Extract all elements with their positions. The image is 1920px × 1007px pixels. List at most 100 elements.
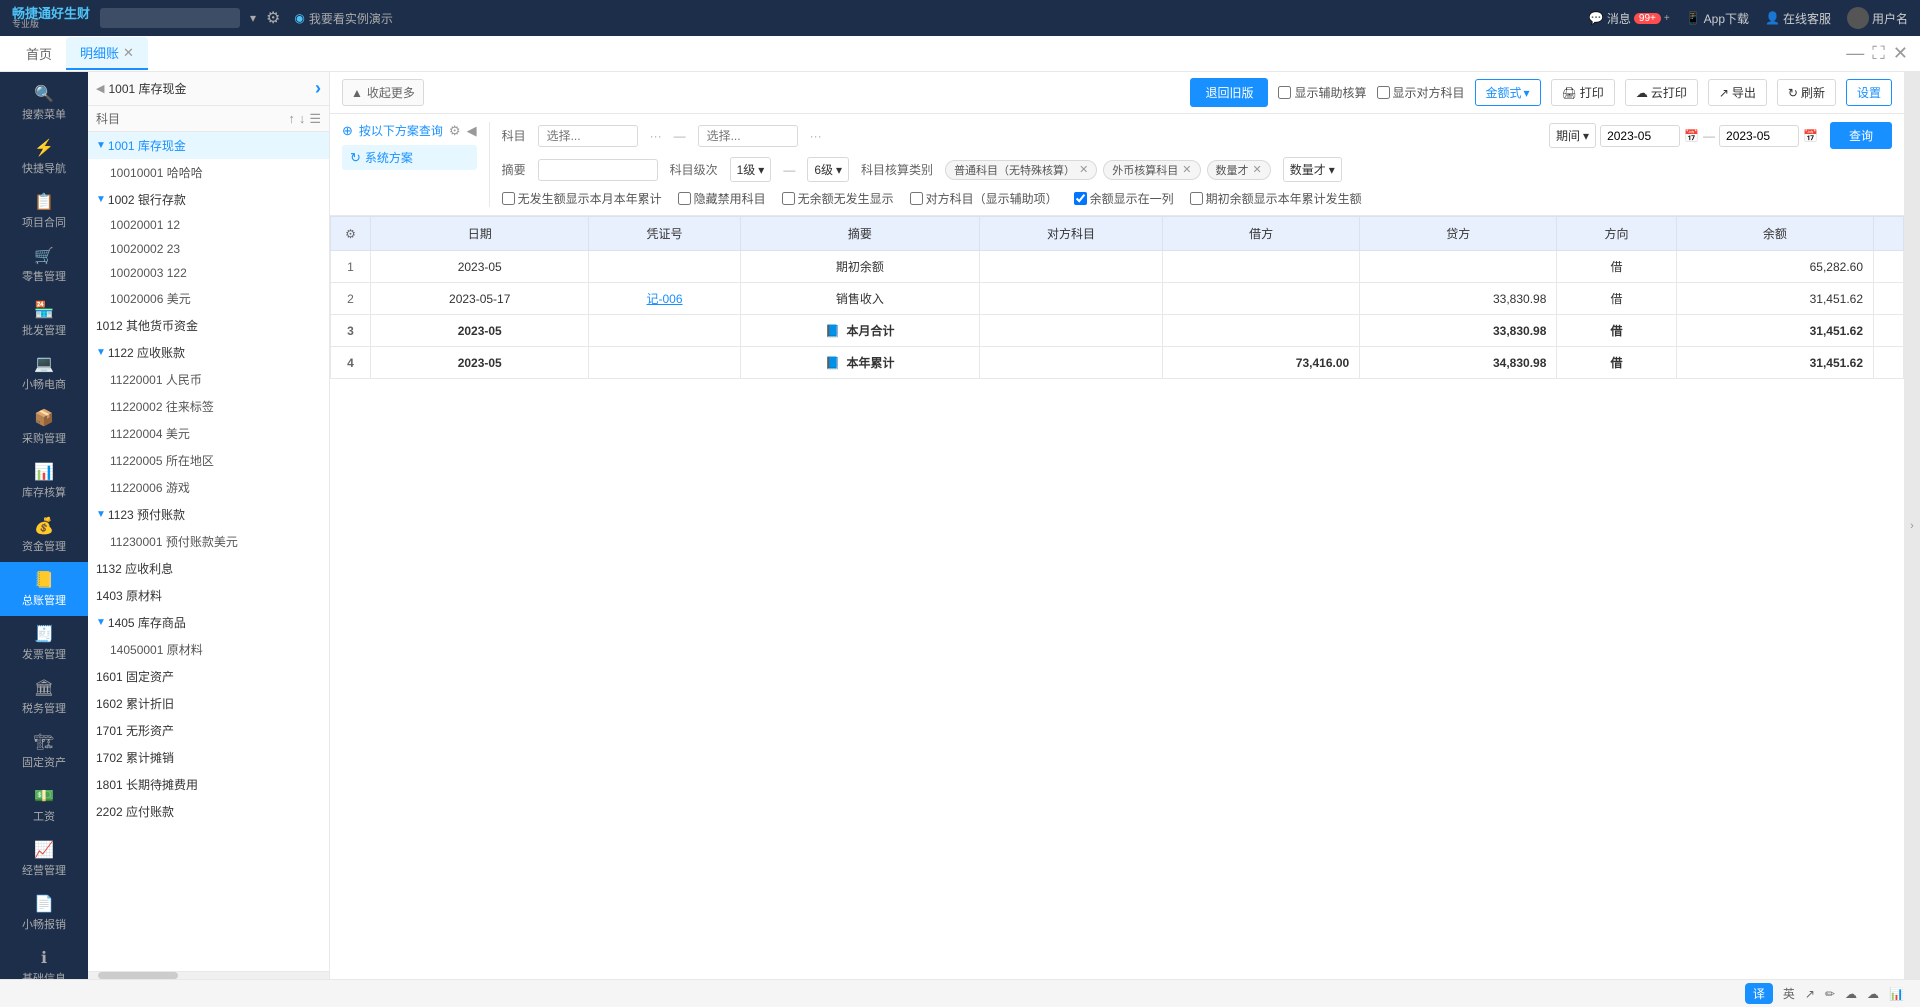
sidebar-item-tax[interactable]: 🏛 税务管理 bbox=[0, 670, 88, 724]
sidebar-item-retail[interactable]: 🛒 零售管理 bbox=[0, 238, 88, 292]
voucher-link[interactable]: 记-006 bbox=[647, 292, 683, 306]
show-aux-checkbox[interactable] bbox=[1278, 86, 1291, 99]
sidebar-item-purchase[interactable]: 📦 采购管理 bbox=[0, 400, 88, 454]
period-type-dropdown[interactable]: 期间 ▾ bbox=[1549, 123, 1596, 148]
sidebar-item-quick-nav[interactable]: ⚡ 快捷导航 bbox=[0, 130, 88, 184]
dropdown-arrow-icon[interactable]: ▾ bbox=[250, 11, 256, 25]
tree-node-10020002[interactable]: 10020002 23 bbox=[88, 237, 329, 261]
tree-node-1702[interactable]: 1702 累计摊销 bbox=[88, 744, 329, 771]
export-btn[interactable]: ↗ 导出 bbox=[1708, 79, 1767, 106]
sidebar-item-fund[interactable]: 💰 资金管理 bbox=[0, 508, 88, 562]
show-aux-checkbox-label[interactable]: 显示辅助核算 bbox=[1278, 84, 1366, 101]
left-collapse-icon[interactable]: ◀ bbox=[96, 82, 104, 95]
lang-switch-btn[interactable]: 英 bbox=[1783, 985, 1795, 1002]
tree-node-10010001[interactable]: 10010001 哈哈哈 bbox=[88, 159, 329, 186]
statusbar-icon-4[interactable]: ☁ bbox=[1867, 987, 1879, 1001]
table-settings-icon[interactable]: ⚙ bbox=[345, 227, 356, 241]
topbar-search-input[interactable] bbox=[100, 8, 240, 28]
tree-node-11220004[interactable]: 11220004 美元 bbox=[88, 420, 329, 447]
account-filter-end-input[interactable] bbox=[698, 125, 798, 147]
online-service-btn[interactable]: 👤 在线客服 bbox=[1765, 10, 1831, 27]
checkbox-no-balance-show[interactable]: 无余额无发生显示 bbox=[782, 190, 894, 207]
tab-home[interactable]: 首页 bbox=[12, 38, 66, 69]
maximize-icon[interactable]: ⛶ bbox=[1872, 43, 1885, 64]
cb-no-balance[interactable] bbox=[502, 192, 515, 205]
period-end-calendar-icon[interactable]: 📅 bbox=[1803, 129, 1818, 143]
minimize-icon[interactable]: — bbox=[1846, 43, 1864, 64]
tag-0-remove-icon[interactable]: ✕ bbox=[1079, 163, 1088, 176]
tree-node-1601[interactable]: 1601 固定资产 bbox=[88, 663, 329, 690]
sort-asc-icon[interactable]: ↑ bbox=[288, 111, 295, 126]
tree-node-1801[interactable]: 1801 长期待摊费用 bbox=[88, 771, 329, 798]
period-end-input[interactable] bbox=[1719, 125, 1799, 147]
settings-icon[interactable]: ⚙ bbox=[266, 8, 280, 28]
right-toggle-btn[interactable]: › bbox=[1904, 72, 1920, 979]
tag-1-remove-icon[interactable]: ✕ bbox=[1182, 163, 1191, 176]
account-filter-input[interactable] bbox=[538, 125, 638, 147]
message-btn[interactable]: 💬 消息 99+ + bbox=[1589, 10, 1670, 27]
sort-desc-icon[interactable]: ↓ bbox=[299, 111, 306, 126]
tree-node-1132[interactable]: 1132 应收利息 bbox=[88, 555, 329, 582]
tree-node-11230001[interactable]: 11230001 预付账款美元 bbox=[88, 528, 329, 555]
system-scheme-item[interactable]: ↻ 系统方案 bbox=[342, 145, 477, 170]
translate-btn[interactable]: 译 bbox=[1745, 983, 1773, 1004]
cb-hide-disabled[interactable] bbox=[678, 192, 691, 205]
tree-node-10020006[interactable]: 10020006 美元 bbox=[88, 285, 329, 312]
statusbar-icon-5[interactable]: 📊 bbox=[1889, 987, 1904, 1001]
sidebar-item-reports[interactable]: 📄 小畅报销 bbox=[0, 886, 88, 940]
summary-input[interactable] bbox=[538, 159, 658, 181]
settings-panel-btn[interactable]: 设置 bbox=[1846, 79, 1892, 106]
sidebar-item-invoice[interactable]: 🧾 发票管理 bbox=[0, 616, 88, 670]
print-btn[interactable]: 🖨 打印 bbox=[1551, 79, 1615, 106]
format-dropdown-btn[interactable]: 金额式 ▾ bbox=[1475, 79, 1541, 106]
cb-no-balance-show[interactable] bbox=[782, 192, 795, 205]
sidebar-item-operations[interactable]: 📈 经营管理 bbox=[0, 832, 88, 886]
tree-node-1602[interactable]: 1602 累计折旧 bbox=[88, 690, 329, 717]
checkbox-no-balance[interactable]: 无发生额显示本月本年累计 bbox=[502, 190, 662, 207]
account-select-icon[interactable]: › bbox=[315, 78, 321, 99]
scheme-expand-icon[interactable]: ⊕ bbox=[342, 123, 353, 139]
tag-2-remove-icon[interactable]: ✕ bbox=[1253, 163, 1262, 176]
tree-node-1403[interactable]: 1403 原材料 bbox=[88, 582, 329, 609]
sidebar-item-wholesale[interactable]: 🏪 批发管理 bbox=[0, 292, 88, 346]
sidebar-item-basic[interactable]: ℹ 基础信息 bbox=[0, 940, 88, 979]
tree-node-10020003[interactable]: 10020003 122 bbox=[88, 261, 329, 285]
checkbox-balance-col[interactable]: 余额显示在一列 bbox=[1074, 190, 1174, 207]
sidebar-item-salary[interactable]: 💵 工资 bbox=[0, 778, 88, 832]
scheme-query-btn[interactable]: 按以下方案查询 bbox=[359, 122, 443, 139]
show-contra-checkbox-label[interactable]: 显示对方科目 bbox=[1377, 84, 1465, 101]
cb-balance-col[interactable] bbox=[1074, 192, 1087, 205]
sidebar-item-search[interactable]: 🔍 搜索菜单 bbox=[0, 76, 88, 130]
tree-node-14050001[interactable]: 14050001 原材料 bbox=[88, 636, 329, 663]
sidebar-item-ecommerce[interactable]: 💻 小畅电商 bbox=[0, 346, 88, 400]
level-to-dropdown[interactable]: 6级 ▾ bbox=[807, 157, 849, 182]
close-window-icon[interactable]: ✕ bbox=[1893, 43, 1908, 64]
back-old-version-btn[interactable]: 退回旧版 bbox=[1190, 78, 1268, 107]
checkbox-opening-balance[interactable]: 期初余额显示本年累计发生额 bbox=[1190, 190, 1362, 207]
quantity-dropdown[interactable]: 数量才 ▾ bbox=[1283, 157, 1342, 182]
checkbox-contra-show[interactable]: 对方科目（显示辅助项） bbox=[910, 190, 1058, 207]
user-avatar[interactable]: 用户名 bbox=[1847, 7, 1908, 29]
period-start-input[interactable] bbox=[1600, 125, 1680, 147]
sidebar-item-inventory[interactable]: 📊 库存核算 bbox=[0, 454, 88, 508]
tree-node-10020001[interactable]: 10020001 12 bbox=[88, 213, 329, 237]
tree-node-1012[interactable]: 1012 其他货币资金 bbox=[88, 312, 329, 339]
tab-close-icon[interactable]: ✕ bbox=[123, 45, 134, 61]
tree-node-11220002[interactable]: 11220002 往来标签 bbox=[88, 393, 329, 420]
level-from-dropdown[interactable]: 1级 ▾ bbox=[730, 157, 772, 182]
cb-contra-show[interactable] bbox=[910, 192, 923, 205]
tree-node-1701[interactable]: 1701 无形资产 bbox=[88, 717, 329, 744]
tree-node-1001[interactable]: ▼ 1001 库存现金 bbox=[88, 132, 329, 159]
tree-node-11220006[interactable]: 11220006 游戏 bbox=[88, 474, 329, 501]
demo-link[interactable]: ◉ 我要看实例演示 bbox=[294, 10, 393, 27]
refresh-btn[interactable]: ↻ 刷新 bbox=[1777, 79, 1836, 106]
app-download-btn[interactable]: 📱 App下载 bbox=[1686, 10, 1749, 27]
period-calendar-icon[interactable]: 📅 bbox=[1684, 129, 1699, 143]
list-view-icon[interactable]: ☰ bbox=[309, 111, 321, 127]
checkbox-hide-disabled[interactable]: 隐藏禁用科目 bbox=[678, 190, 766, 207]
sidebar-item-project[interactable]: 📋 项目合同 bbox=[0, 184, 88, 238]
scheme-collapse-icon[interactable]: ◀ bbox=[467, 123, 477, 139]
show-contra-checkbox[interactable] bbox=[1377, 86, 1390, 99]
query-btn[interactable]: 查询 bbox=[1830, 122, 1892, 149]
statusbar-icon-1[interactable]: ↗ bbox=[1805, 987, 1815, 1001]
